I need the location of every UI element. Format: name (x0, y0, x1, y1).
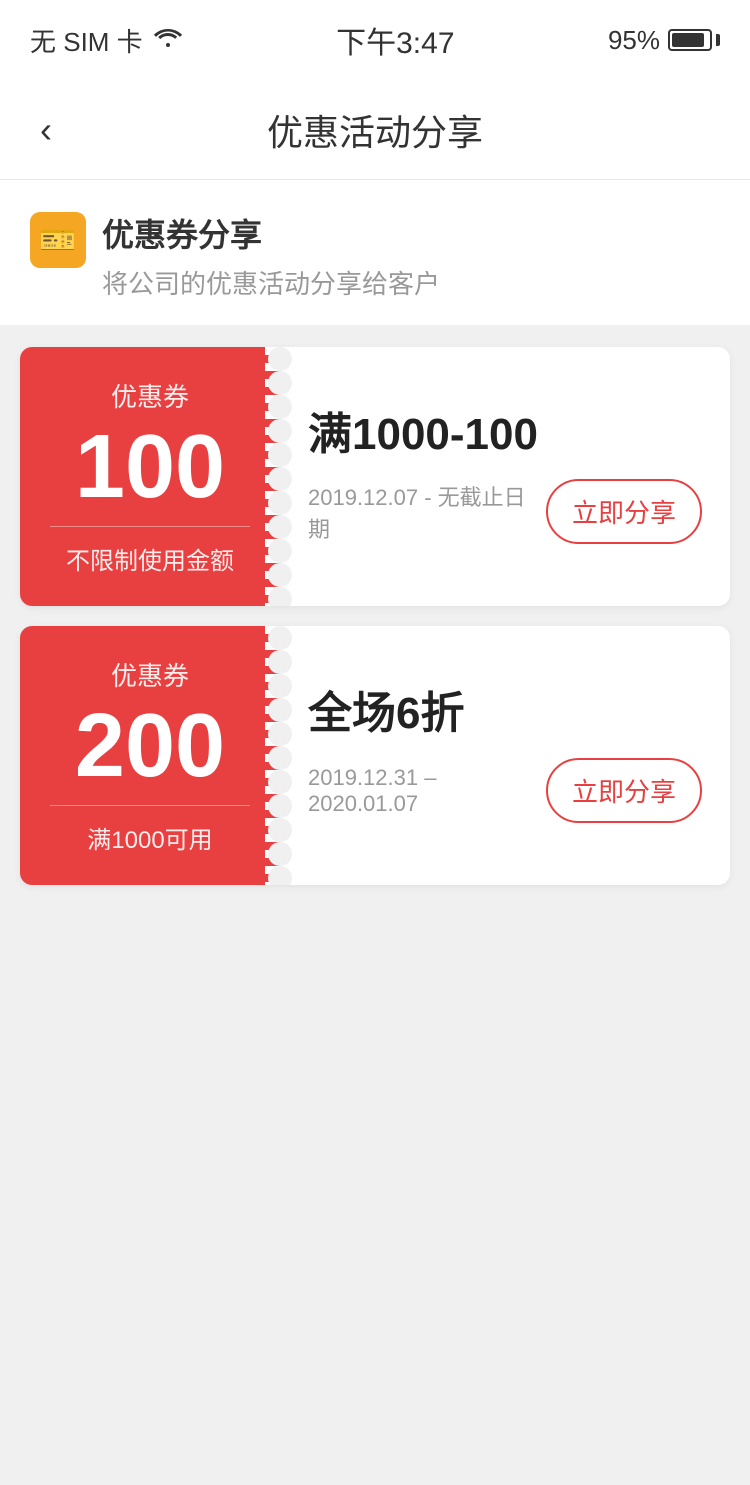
section-text-block: 优惠券分享 将公司的优惠活动分享给客户 (102, 210, 440, 301)
status-time: 下午3:47 (336, 18, 454, 62)
coupon-footer-1: 2019.12.07 - 无截止日期 立即分享 (308, 479, 702, 544)
coupon-condition-1: 不限制使用金额 (66, 541, 234, 576)
back-button[interactable]: ‹ (30, 99, 62, 161)
coupon-zigzag-1 (268, 347, 292, 606)
coupon-amount-2: 200 (75, 701, 225, 791)
share-button-1[interactable]: 立即分享 (546, 479, 702, 544)
status-right: 95% (608, 25, 720, 56)
coupon-card-2: 优惠券 200 满1000可用 全场6折 2019.12.31 – 2020.0… (20, 626, 730, 885)
coupon-right-1: 满1000-100 2019.12.07 - 无截止日期 立即分享 (280, 347, 730, 606)
wifi-icon (153, 25, 183, 56)
nav-bar: ‹ 优惠活动分享 (0, 80, 750, 180)
coupon-amount-1: 100 (75, 422, 225, 512)
coupon-divider-2 (50, 805, 250, 806)
battery-percent: 95% (608, 25, 660, 56)
coupon-name-2: 全场6折 (308, 688, 702, 741)
page-title: 优惠活动分享 (267, 104, 483, 156)
status-bar: 无 SIM 卡 下午3:47 95% (0, 0, 750, 80)
coupon-name-1: 满1000-100 (308, 409, 702, 462)
coupon-section-icon: 🎫 (30, 212, 86, 268)
coupon-card-1: 优惠券 100 不限制使用金额 满1000-100 2019.12.07 - 无… (20, 347, 730, 606)
coupon-condition-2: 满1000可用 (87, 820, 212, 855)
coupon-left-2: 优惠券 200 满1000可用 (20, 626, 280, 885)
coupon-label-2: 优惠券 (111, 656, 189, 693)
coupon-divider-1 (50, 526, 250, 527)
status-left: 无 SIM 卡 (30, 22, 183, 59)
section-header: 🎫 优惠券分享 将公司的优惠活动分享给客户 (0, 180, 750, 325)
coupon-zigzag-2 (268, 626, 292, 885)
share-button-2[interactable]: 立即分享 (546, 758, 702, 823)
coupon-date-2: 2019.12.31 – 2020.01.07 (308, 765, 536, 817)
section-title: 优惠券分享 (102, 210, 440, 256)
empty-area (0, 905, 750, 1485)
section-subtitle: 将公司的优惠活动分享给客户 (102, 264, 440, 301)
coupon-footer-2: 2019.12.31 – 2020.01.07 立即分享 (308, 758, 702, 823)
carrier-text: 无 SIM 卡 (30, 22, 143, 59)
coupon-list: 优惠券 100 不限制使用金额 满1000-100 2019.12.07 - 无… (0, 327, 750, 905)
coupon-left-1: 优惠券 100 不限制使用金额 (20, 347, 280, 606)
coupon-right-2: 全场6折 2019.12.31 – 2020.01.07 立即分享 (280, 626, 730, 885)
battery-icon (668, 29, 720, 51)
coupon-date-1: 2019.12.07 - 无截止日期 (308, 480, 536, 544)
coupon-label-1: 优惠券 (111, 377, 189, 414)
